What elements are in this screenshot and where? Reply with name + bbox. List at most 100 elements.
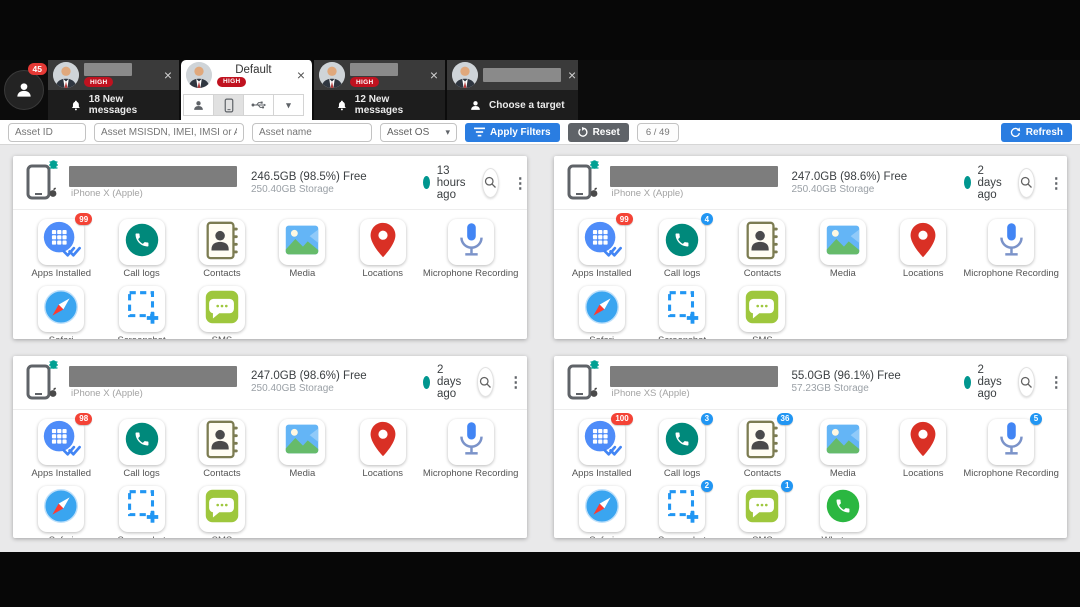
asset-msisdn-input[interactable] <box>94 123 244 142</box>
app-tile-location[interactable]: Locations <box>343 419 423 479</box>
tab-status-label: 18 New messages <box>89 94 173 116</box>
close-icon[interactable]: × <box>428 68 440 82</box>
app-label: Screenshot <box>658 535 706 539</box>
apply-filters-button[interactable]: Apply Filters <box>465 123 560 142</box>
app-tile-apps[interactable]: 98 Apps Installed <box>21 419 101 479</box>
spyware-bug-icon <box>590 161 599 169</box>
app-tile-media[interactable]: Media <box>803 419 883 479</box>
tab-statusbar[interactable]: 18 New messages <box>48 90 179 120</box>
app-tile-safari[interactable]: Safari <box>21 286 101 339</box>
call-logs-icon <box>121 418 163 460</box>
search-device-button[interactable] <box>1018 168 1035 198</box>
app-icon-host <box>741 219 783 266</box>
device-view-button[interactable] <box>213 94 244 116</box>
app-tile-contacts[interactable]: Contacts <box>182 219 262 279</box>
app-tile-mic[interactable]: Microphone Recording <box>423 219 519 279</box>
targets-list-button[interactable]: 45 <box>0 60 48 120</box>
reset-button[interactable]: Reset <box>568 123 629 142</box>
more-menu-icon[interactable]: ⋮ <box>504 373 526 391</box>
app-tile-sms[interactable]: SMS <box>722 286 802 339</box>
app-tile-mic[interactable]: Microphone Recording <box>423 419 519 479</box>
app-tile-apps[interactable]: 100 Apps Installed <box>562 419 642 479</box>
microphone-icon <box>450 219 492 261</box>
asset-os-select[interactable]: Asset OS ▾ <box>380 123 457 142</box>
close-icon[interactable]: × <box>162 68 174 82</box>
call-logs-icon <box>661 219 703 261</box>
target-tab-4[interactable]: × Choose a target <box>447 60 580 120</box>
app-tile-contacts[interactable]: Contacts <box>182 419 262 479</box>
app-tile-safari[interactable]: Safari <box>562 286 642 339</box>
search-device-button[interactable] <box>477 367 494 397</box>
target-tab-3[interactable]: HIGH × 12 New messages <box>314 60 447 120</box>
apps-grid: 100 Apps Installed 3 Call logs 36 <box>554 410 1068 539</box>
app-tile-contacts[interactable]: Contacts <box>722 219 802 279</box>
microphone-icon <box>990 418 1032 460</box>
close-icon[interactable]: × <box>295 68 307 82</box>
targets-count-badge: 45 <box>28 63 47 75</box>
app-tile-screenshot[interactable]: 2 Screenshot <box>642 486 722 539</box>
more-actions-button[interactable]: ▾ <box>273 94 304 116</box>
target-tab-2-active[interactable]: Default HIGH × ▾ <box>181 60 314 120</box>
locations-icon <box>902 219 944 261</box>
sms-icon <box>201 485 243 527</box>
total-storage: 250.40GB Storage <box>251 383 401 394</box>
app-tile-call[interactable]: 4 Call logs <box>642 219 722 279</box>
redacted-device-name <box>610 166 778 187</box>
asset-name-input[interactable] <box>252 123 372 142</box>
app-tile-whatsapp[interactable]: Whatsapp <box>803 486 883 539</box>
close-icon[interactable]: × <box>566 68 578 82</box>
app-badge: 99 <box>616 213 633 225</box>
app-tile-screenshot[interactable]: Screenshot <box>101 286 181 339</box>
app-tile-call[interactable]: 3 Call logs <box>642 419 722 479</box>
app-tile-media[interactable]: Media <box>262 419 342 479</box>
app-tile-media[interactable]: Media <box>262 219 342 279</box>
app-tile-media[interactable]: Media <box>803 219 883 279</box>
total-storage: 57.23GB Storage <box>792 383 942 394</box>
app-label: Locations <box>903 268 944 279</box>
target-avatar <box>53 62 79 88</box>
refresh-button[interactable]: Refresh <box>1001 123 1072 142</box>
app-tile-mic[interactable]: Microphone Recording <box>963 219 1059 279</box>
tab-toolbar: ▾ <box>181 90 312 120</box>
app-tile-surface <box>199 219 245 265</box>
app-tile-surface <box>820 486 866 532</box>
more-menu-icon[interactable]: ⋮ <box>1045 373 1067 391</box>
app-icon-host <box>990 418 1032 465</box>
whatsapp-icon <box>822 485 864 527</box>
chevron-down-icon: ▾ <box>286 100 291 111</box>
app-tile-mic[interactable]: 5 Microphone Recording <box>963 419 1059 479</box>
app-tile-surface: 99 <box>579 219 625 265</box>
tab-statusbar[interactable]: 12 New messages <box>314 90 445 120</box>
search-device-button[interactable] <box>1018 367 1035 397</box>
app-tile-safari[interactable]: Safari <box>562 486 642 539</box>
app-tile-sms[interactable]: 1 SMS <box>722 486 802 539</box>
app-tile-screenshot[interactable]: Screenshot <box>642 286 722 339</box>
spyware-bug-icon <box>590 360 599 368</box>
target-info-button[interactable] <box>183 94 214 116</box>
app-tile-sms[interactable]: SMS <box>182 486 262 539</box>
search-device-button[interactable] <box>482 168 499 198</box>
usb-connect-button[interactable] <box>243 94 274 116</box>
safari-icon <box>581 286 623 328</box>
app-tile-contacts[interactable]: 36 Contacts <box>722 419 802 479</box>
target-tab-1[interactable]: HIGH × 18 New messages <box>48 60 181 120</box>
app-tile-location[interactable]: Locations <box>343 219 423 279</box>
filter-bar: Asset OS ▾ Apply Filters Reset 6 / 49 Re… <box>0 120 1080 145</box>
app-tile-location[interactable]: Locations <box>883 219 963 279</box>
app-icon-host <box>201 219 243 266</box>
app-tile-apps[interactable]: 99 Apps Installed <box>562 219 642 279</box>
app-tile-safari[interactable]: Safari <box>21 486 101 539</box>
media-icon <box>281 219 323 261</box>
more-menu-icon[interactable]: ⋮ <box>509 174 527 192</box>
app-tile-screenshot[interactable]: Screenshot <box>101 486 181 539</box>
app-tile-sms[interactable]: SMS <box>182 286 262 339</box>
app-tile-surface: 5 <box>988 419 1034 465</box>
person-icon <box>192 99 205 112</box>
app-tile-location[interactable]: Locations <box>883 419 963 479</box>
app-tile-call[interactable]: Call logs <box>101 419 181 479</box>
app-tile-apps[interactable]: 99 Apps Installed <box>21 219 101 279</box>
tab-statusbar[interactable]: Choose a target <box>447 90 578 120</box>
more-menu-icon[interactable]: ⋮ <box>1045 174 1067 192</box>
asset-id-input[interactable] <box>8 123 86 142</box>
app-tile-call[interactable]: Call logs <box>101 219 181 279</box>
